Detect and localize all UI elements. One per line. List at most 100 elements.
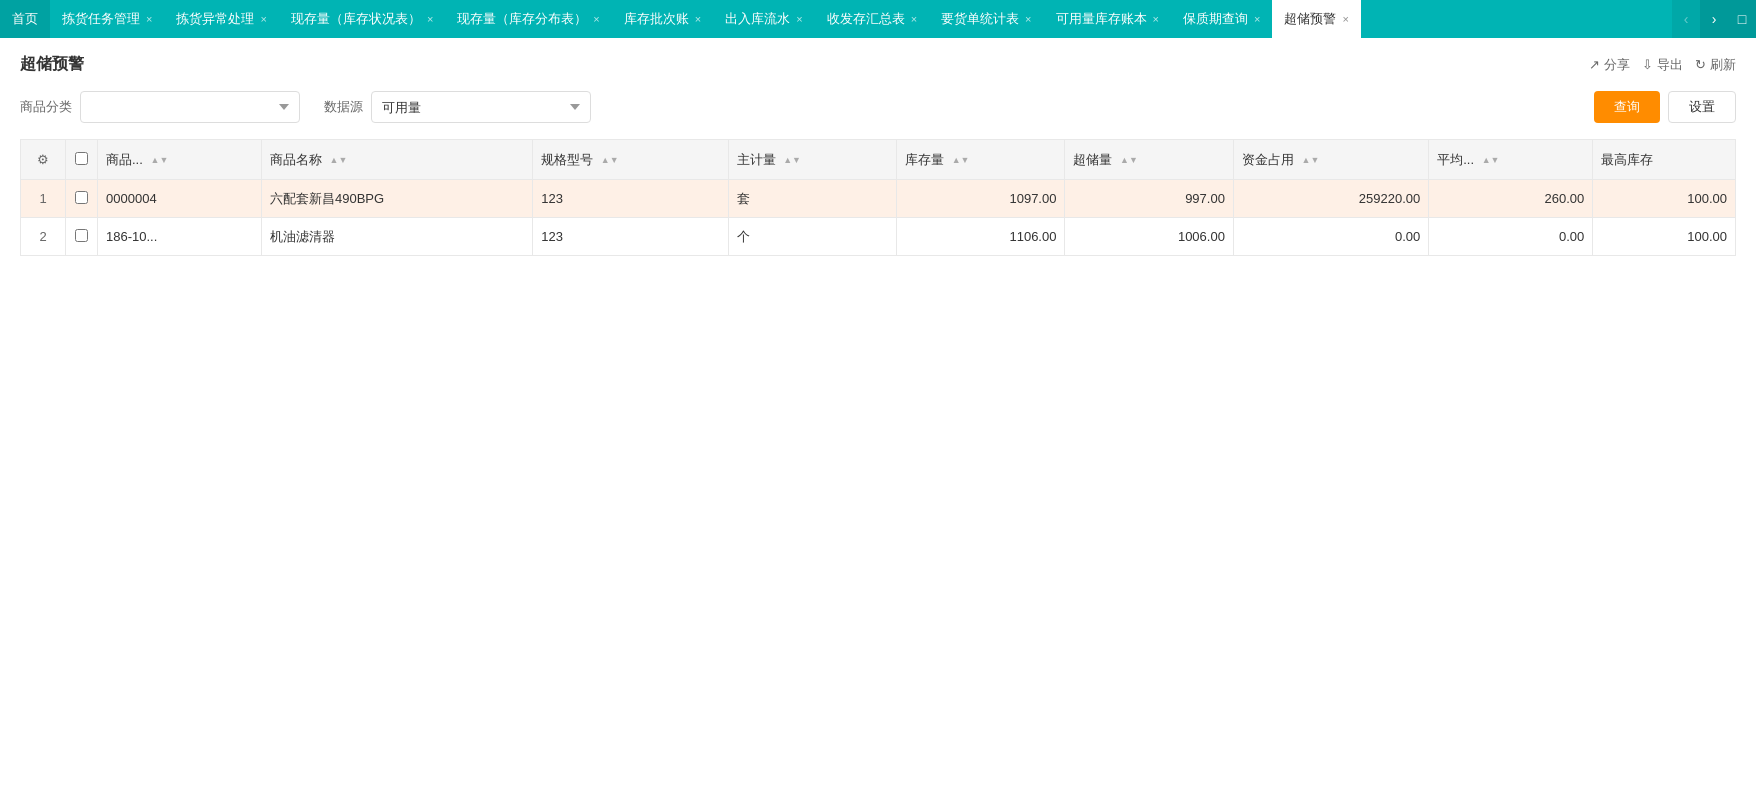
nav-arrow-group: ‹ › □ bbox=[1672, 0, 1756, 38]
nav-order-stat[interactable]: 要货单统计表 × bbox=[929, 0, 1043, 38]
avg-cell: 0.00 bbox=[1429, 218, 1593, 256]
product-code-cell: 186-10... bbox=[98, 218, 262, 256]
sort-icon[interactable]: ▲▼ bbox=[1302, 156, 1320, 165]
nav-quality-check[interactable]: 保质期查询 × bbox=[1171, 0, 1272, 38]
col-label: 库存量 bbox=[905, 152, 944, 167]
nav-collect-summary[interactable]: 收发存汇总表 × bbox=[815, 0, 929, 38]
settings-button[interactable]: 设置 bbox=[1668, 91, 1736, 123]
data-table: ⚙ 商品... ▲▼ 商品名称 ▲▼ 规格型号 ▲▼ 主计 bbox=[20, 139, 1736, 256]
col-stock: 库存量 ▲▼ bbox=[897, 140, 1065, 180]
row-check-cell bbox=[66, 218, 98, 256]
spec-cell: 123 bbox=[533, 218, 728, 256]
share-icon: ↗ bbox=[1589, 57, 1600, 72]
col-spec: 规格型号 ▲▼ bbox=[533, 140, 728, 180]
avg-cell: 260.00 bbox=[1429, 180, 1593, 218]
close-icon[interactable]: × bbox=[1025, 13, 1031, 25]
export-icon: ⇩ bbox=[1642, 57, 1653, 72]
col-label: 商品名称 bbox=[270, 152, 322, 167]
filter-row: 商品分类 数据源 可用量 库存量 查询 设置 bbox=[20, 91, 1736, 123]
stock-cell: 1106.00 bbox=[897, 218, 1065, 256]
sort-icon[interactable]: ▲▼ bbox=[601, 156, 619, 165]
col-label: 最高库存 bbox=[1601, 152, 1653, 167]
col-max-stock: 最高库存 bbox=[1593, 140, 1736, 180]
row-number: 1 bbox=[21, 180, 66, 218]
sort-icon[interactable]: ▲▼ bbox=[1120, 156, 1138, 165]
row-checkbox[interactable] bbox=[75, 229, 88, 242]
top-navigation: 首页 拣货任务管理 × 拣货异常处理 × 现存量（库存状况表） × 现存量（库存… bbox=[0, 0, 1756, 38]
nav-batch-account[interactable]: 库存批次账 × bbox=[612, 0, 713, 38]
nav-home[interactable]: 首页 bbox=[0, 0, 50, 38]
close-icon[interactable]: × bbox=[796, 13, 802, 25]
datasource-label: 数据源 bbox=[324, 98, 363, 116]
category-select[interactable] bbox=[80, 91, 300, 123]
refresh-button[interactable]: ↻ 刷新 bbox=[1695, 56, 1736, 74]
close-icon[interactable]: × bbox=[427, 13, 433, 25]
row-check-cell bbox=[66, 180, 98, 218]
col-overstock: 超储量 ▲▼ bbox=[1065, 140, 1233, 180]
table-row: 2 186-10... 机油滤清器 123 个 1106.00 1006.00 … bbox=[21, 218, 1736, 256]
check-all-checkbox[interactable] bbox=[75, 152, 88, 165]
refresh-icon: ↻ bbox=[1695, 57, 1706, 72]
sort-icon[interactable]: ▲▼ bbox=[783, 156, 801, 165]
nav-pick-exception[interactable]: 拣货异常处理 × bbox=[164, 0, 278, 38]
nav-expand-button[interactable]: □ bbox=[1728, 0, 1756, 38]
col-unit: 主计量 ▲▼ bbox=[728, 140, 896, 180]
page-title: 超储预警 bbox=[20, 54, 84, 75]
table-header-row: ⚙ 商品... ▲▼ 商品名称 ▲▼ 规格型号 ▲▼ 主计 bbox=[21, 140, 1736, 180]
category-filter: 商品分类 bbox=[20, 91, 300, 123]
nav-left-arrow[interactable]: ‹ bbox=[1672, 0, 1700, 38]
overstock-cell: 997.00 bbox=[1065, 180, 1233, 218]
datasource-select[interactable]: 可用量 库存量 bbox=[371, 91, 591, 123]
overstock-cell: 1006.00 bbox=[1065, 218, 1233, 256]
page-header: 超储预警 ↗ 分享 ⇩ 导出 ↻ 刷新 bbox=[20, 54, 1736, 75]
spec-cell: 123 bbox=[533, 180, 728, 218]
datasource-filter: 数据源 可用量 库存量 bbox=[324, 91, 591, 123]
unit-cell: 个 bbox=[728, 218, 896, 256]
col-label: 资金占用 bbox=[1242, 152, 1294, 167]
share-button[interactable]: ↗ 分享 bbox=[1589, 56, 1630, 74]
category-label: 商品分类 bbox=[20, 98, 72, 116]
table-body: 1 0000004 六配套新昌490BPG 123 套 1097.00 997.… bbox=[21, 180, 1736, 256]
stock-cell: 1097.00 bbox=[897, 180, 1065, 218]
table-row: 1 0000004 六配套新昌490BPG 123 套 1097.00 997.… bbox=[21, 180, 1736, 218]
col-capital: 资金占用 ▲▼ bbox=[1233, 140, 1428, 180]
col-label: 规格型号 bbox=[541, 152, 593, 167]
settings-icon[interactable]: ⚙ bbox=[29, 146, 57, 174]
close-icon[interactable]: × bbox=[1254, 13, 1260, 25]
max-stock-cell: 100.00 bbox=[1593, 180, 1736, 218]
query-button[interactable]: 查询 bbox=[1594, 91, 1660, 123]
sort-icon[interactable]: ▲▼ bbox=[330, 156, 348, 165]
col-label: 主计量 bbox=[737, 152, 776, 167]
close-icon[interactable]: × bbox=[1153, 13, 1159, 25]
col-label: 超储量 bbox=[1073, 152, 1112, 167]
capital-cell: 259220.00 bbox=[1233, 180, 1428, 218]
export-button[interactable]: ⇩ 导出 bbox=[1642, 56, 1683, 74]
unit-cell: 套 bbox=[728, 180, 896, 218]
row-checkbox[interactable] bbox=[75, 191, 88, 204]
col-check-all bbox=[66, 140, 98, 180]
max-stock-cell: 100.00 bbox=[1593, 218, 1736, 256]
nav-pick-task[interactable]: 拣货任务管理 × bbox=[50, 0, 164, 38]
capital-cell: 0.00 bbox=[1233, 218, 1428, 256]
col-avg: 平均... ▲▼ bbox=[1429, 140, 1593, 180]
nav-inout-flow[interactable]: 出入库流水 × bbox=[713, 0, 814, 38]
nav-stock-dist[interactable]: 现存量（库存分布表） × bbox=[445, 0, 611, 38]
close-icon[interactable]: × bbox=[695, 13, 701, 25]
product-name-cell: 机油滤清器 bbox=[261, 218, 532, 256]
nav-right-arrow[interactable]: › bbox=[1700, 0, 1728, 38]
nav-available-account[interactable]: 可用量库存账本 × bbox=[1044, 0, 1171, 38]
sort-icon[interactable]: ▲▼ bbox=[1482, 156, 1500, 165]
close-icon[interactable]: × bbox=[1342, 13, 1348, 25]
close-icon[interactable]: × bbox=[260, 13, 266, 25]
sort-icon[interactable]: ▲▼ bbox=[952, 156, 970, 165]
nav-overstock-warning[interactable]: 超储预警 × bbox=[1272, 0, 1360, 38]
col-label: 商品... bbox=[106, 152, 143, 167]
sort-icon[interactable]: ▲▼ bbox=[150, 156, 168, 165]
action-buttons: 查询 设置 bbox=[1594, 91, 1736, 123]
col-settings: ⚙ bbox=[21, 140, 66, 180]
product-name-cell: 六配套新昌490BPG bbox=[261, 180, 532, 218]
close-icon[interactable]: × bbox=[593, 13, 599, 25]
close-icon[interactable]: × bbox=[911, 13, 917, 25]
nav-stock-status[interactable]: 现存量（库存状况表） × bbox=[279, 0, 445, 38]
close-icon[interactable]: × bbox=[146, 13, 152, 25]
